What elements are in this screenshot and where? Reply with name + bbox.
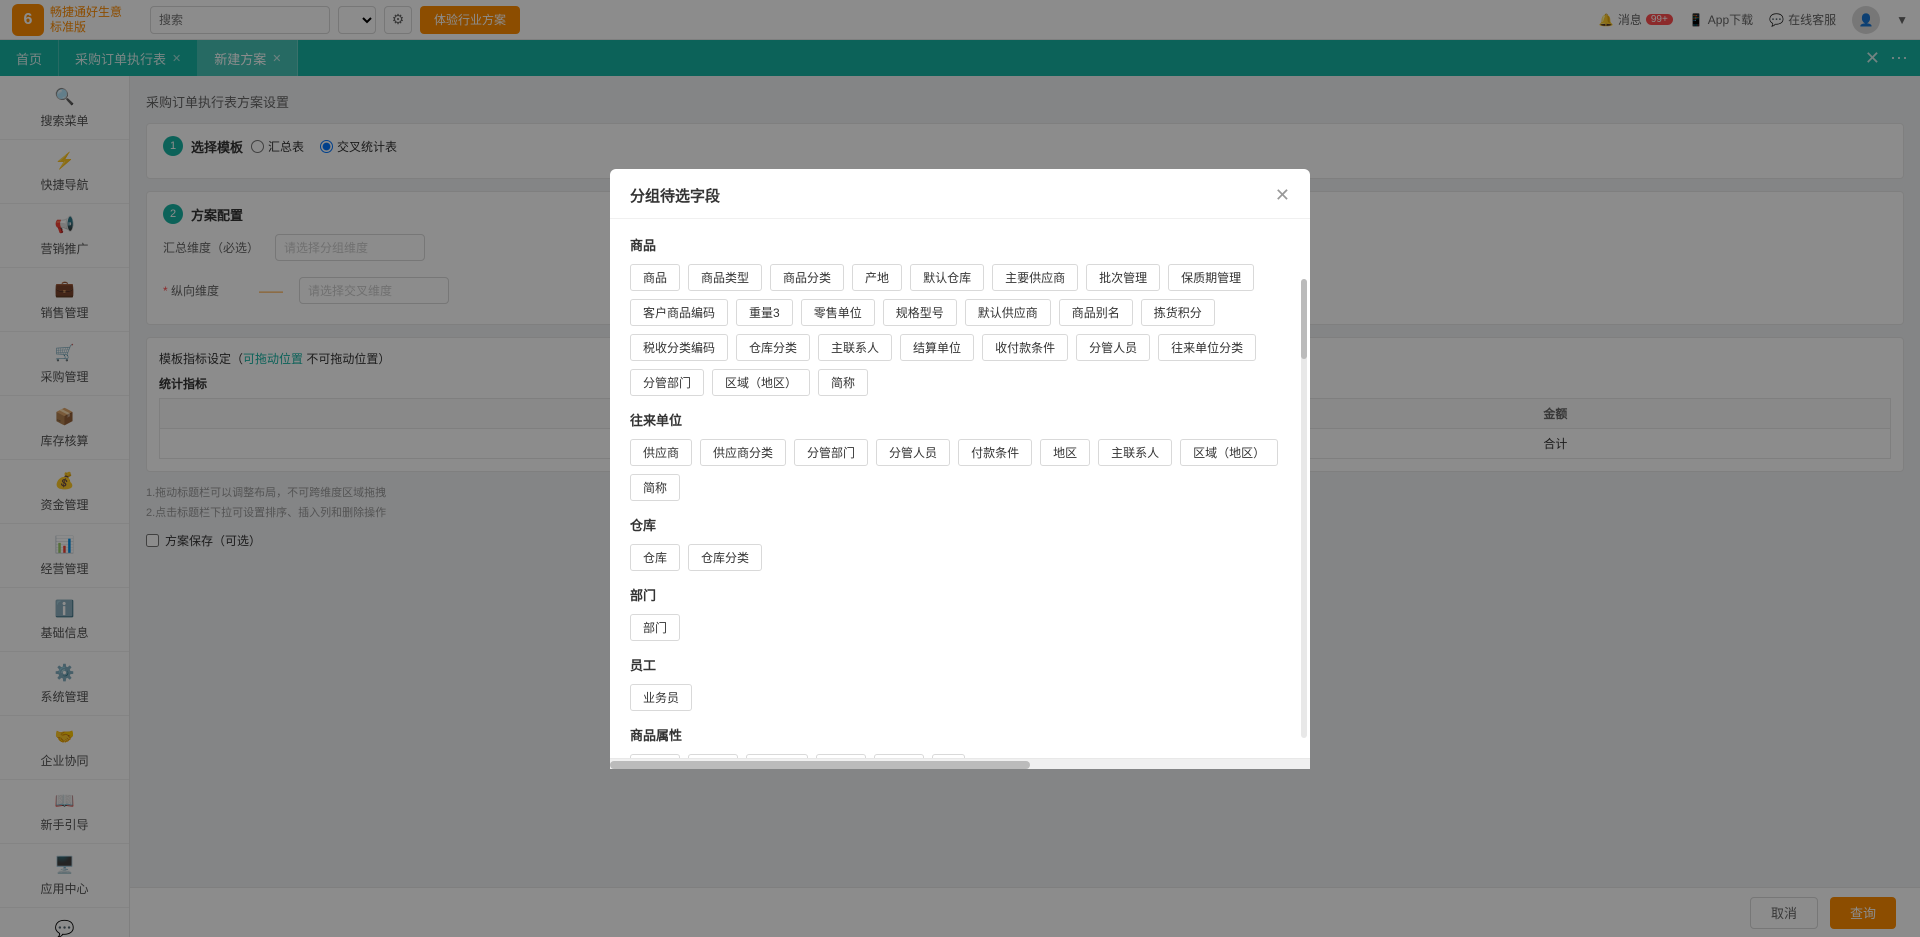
field-tag-default-warehouse[interactable]: 默认仓库 [910,264,984,291]
section-title-products: 商品 [630,235,1290,254]
field-tag-main-contact[interactable]: 主联系人 [818,334,892,361]
field-tag-short-name2[interactable]: 简称 [630,474,680,501]
field-tag-short-name[interactable]: 简称 [818,369,868,396]
field-tags-products: 商品 商品类型 商品分类 产地 默认仓库 主要供应商 批次管理 保质期管理 客户… [630,264,1290,396]
field-tag-shelf-life[interactable]: 保质期管理 [1168,264,1254,291]
field-tag-product-type[interactable]: 商品类型 [688,264,762,291]
field-tag-mgmt-person[interactable]: 分管人员 [876,439,950,466]
field-tags-staff: 业务员 [630,684,1290,711]
modal-scrollbar[interactable] [1301,279,1307,739]
field-tags-partners: 供应商 供应商分类 分管部门 分管人员 付款条件 地区 主联系人 区域（地区） … [630,439,1290,501]
field-tag-product-alias[interactable]: 商品别名 [1059,299,1133,326]
field-tag-main-contact2[interactable]: 主联系人 [1098,439,1172,466]
field-tag-spec-model[interactable]: 规格型号 [883,299,957,326]
field-tag-partner-category[interactable]: 往来单位分类 [1158,334,1256,361]
field-tag-settlement-unit[interactable]: 结算单位 [900,334,974,361]
section-title-staff: 员工 [630,655,1290,674]
field-tag-retail-unit[interactable]: 零售单位 [801,299,875,326]
field-tag-supervisor[interactable]: 分管人员 [1076,334,1150,361]
modal-hscroll-thumb [610,761,1030,769]
field-tags-department: 部门 [630,614,1290,641]
field-tag-dept[interactable]: 分管部门 [630,369,704,396]
field-tag-area[interactable]: 地区 [1040,439,1090,466]
section-title-partners: 往来单位 [630,410,1290,429]
field-tag-default-supplier[interactable]: 默认供应商 [965,299,1051,326]
field-tags-warehouse: 仓库 仓库分类 [630,544,1290,571]
field-tag-warehouse-category[interactable]: 仓库分类 [736,334,810,361]
field-tag-main-supplier[interactable]: 主要供应商 [992,264,1078,291]
field-tag-product-category[interactable]: 商品分类 [770,264,844,291]
modal-header: 分组待选字段 ✕ [610,169,1310,219]
field-tag-salesperson[interactable]: 业务员 [630,684,692,711]
field-tag-region2[interactable]: 区域（地区） [1180,439,1278,466]
field-tag-department[interactable]: 部门 [630,614,680,641]
field-tag-pick-points[interactable]: 拣货积分 [1141,299,1215,326]
field-tag-payment-condition[interactable]: 付款条件 [958,439,1032,466]
field-tag-origin[interactable]: 产地 [852,264,902,291]
field-tag-product[interactable]: 商品 [630,264,680,291]
modal: 分组待选字段 ✕ 商品 商品 商品类型 商品分类 产地 默认仓库 主要供应商 批… [610,169,1310,769]
field-tag-warehouse-type[interactable]: 仓库分类 [688,544,762,571]
modal-title: 分组待选字段 [630,185,720,206]
modal-body[interactable]: 商品 商品 商品类型 商品分类 产地 默认仓库 主要供应商 批次管理 保质期管理… [610,219,1310,759]
field-tag-supplier-category[interactable]: 供应商分类 [700,439,786,466]
section-title-warehouse: 仓库 [630,515,1290,534]
field-tag-supplier[interactable]: 供应商 [630,439,692,466]
modal-overlay: 分组待选字段 ✕ 商品 商品 商品类型 商品分类 产地 默认仓库 主要供应商 批… [0,0,1920,937]
modal-close-button[interactable]: ✕ [1275,185,1290,206]
field-tag-batch-management[interactable]: 批次管理 [1086,264,1160,291]
modal-scrollbar-thumb [1301,279,1307,359]
field-tag-mgmt-dept[interactable]: 分管部门 [794,439,868,466]
field-tag-payment-terms[interactable]: 收付款条件 [982,334,1068,361]
section-title-product-attr: 商品属性 [630,725,1290,744]
field-tag-warehouse[interactable]: 仓库 [630,544,680,571]
field-tag-weight[interactable]: 重量3 [736,299,793,326]
section-title-department: 部门 [630,585,1290,604]
field-tag-tax-code[interactable]: 税收分类编码 [630,334,728,361]
field-tag-region[interactable]: 区域（地区） [712,369,810,396]
field-tag-customer-code[interactable]: 客户商品编码 [630,299,728,326]
modal-hscroll[interactable] [610,758,1310,768]
